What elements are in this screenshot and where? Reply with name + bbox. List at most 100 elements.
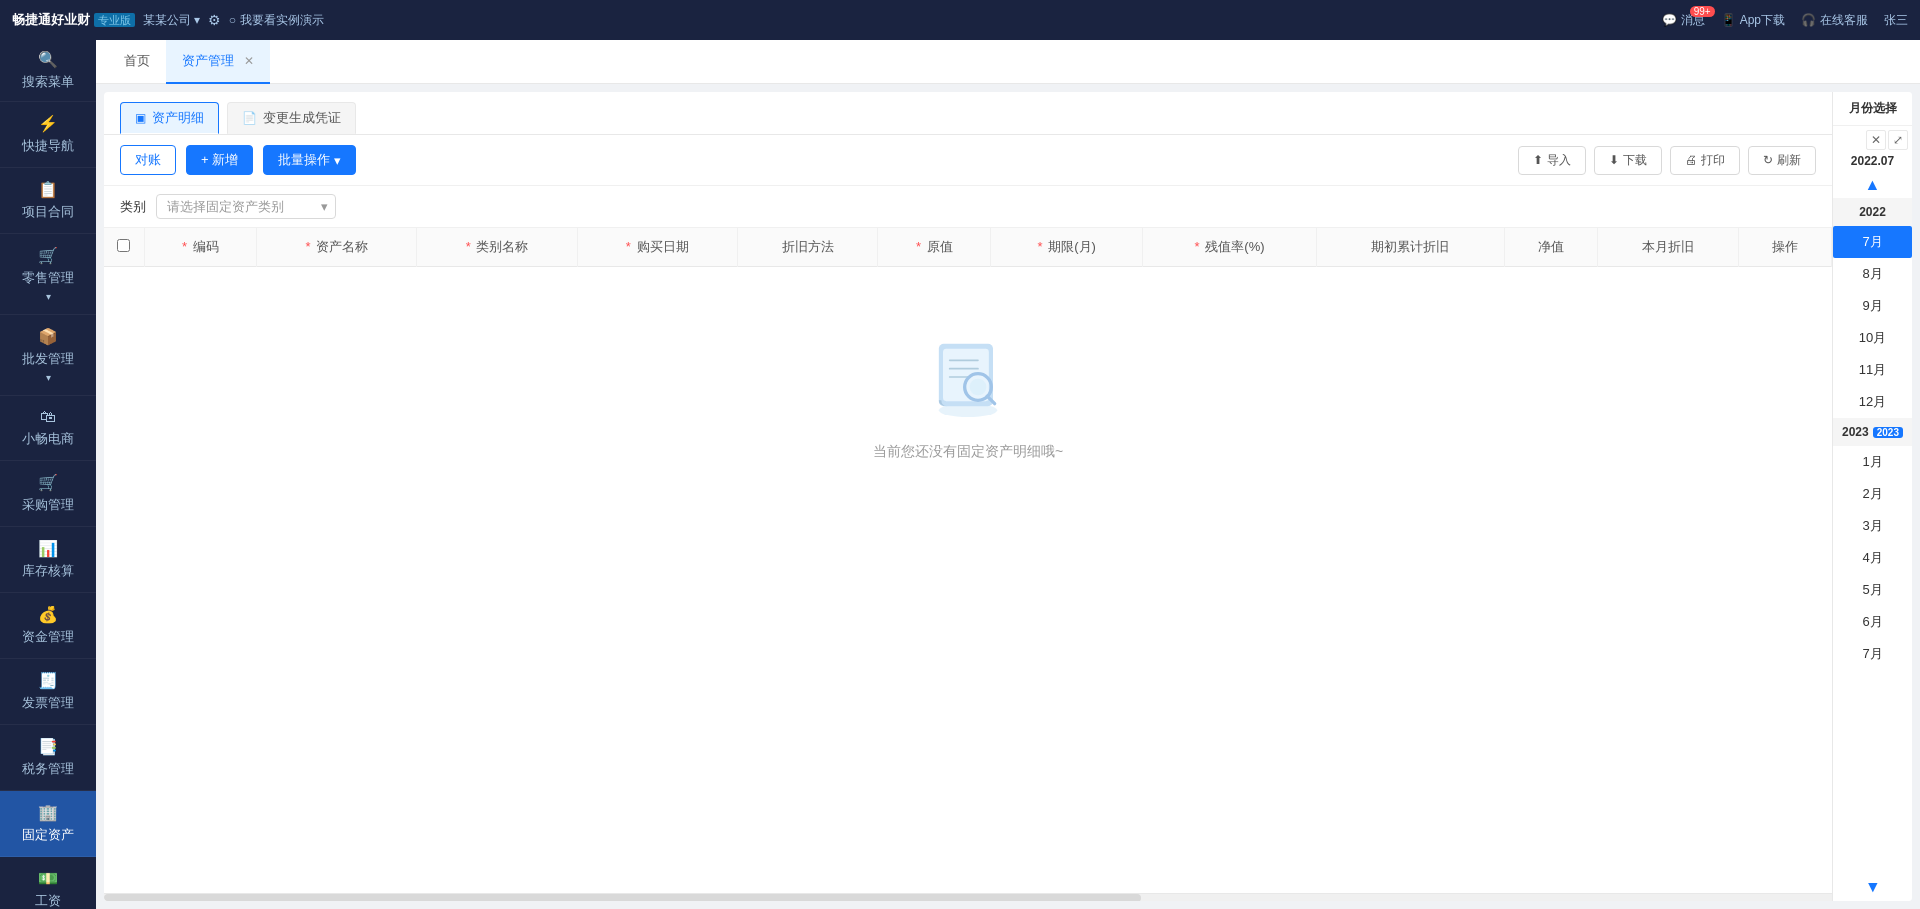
- th-original-value: * 原值: [878, 228, 991, 267]
- month-item-2023-03[interactable]: 3月: [1833, 510, 1912, 542]
- month-item-2022-09[interactable]: 9月: [1833, 290, 1912, 322]
- match-button[interactable]: 对账: [120, 145, 176, 175]
- month-item-2022-07[interactable]: 7月: [1833, 226, 1912, 258]
- sidebar-item-wholesale[interactable]: 📦 批发管理 ▾: [0, 315, 96, 396]
- sub-tabs: ▣ 资产明细 📄 变更生成凭证: [104, 92, 1832, 135]
- message-button[interactable]: 💬 消息 99+: [1662, 12, 1705, 29]
- category-select-wrapper[interactable]: 请选择固定资产类别: [156, 194, 336, 219]
- import-button[interactable]: ⬆ 导入: [1518, 146, 1586, 175]
- toolbar: 对账 + 新增 批量操作 ▾ ⬆ 导入 ⬇ 下载: [104, 135, 1832, 186]
- close-panel-button[interactable]: ✕: [1866, 130, 1886, 150]
- message-badge: 99+: [1690, 6, 1715, 17]
- sidebar-item-purchase[interactable]: 🛒 采购管理: [0, 461, 96, 527]
- year-badge-2023: 2023: [1873, 427, 1903, 438]
- tab-asset-mgmt[interactable]: 资产管理 ✕: [166, 40, 270, 84]
- sidebar-item-ecommerce[interactable]: 🛍 小畅电商: [0, 396, 96, 461]
- sidebar-item-label: 项目合同: [22, 203, 74, 221]
- user-info[interactable]: 张三: [1884, 12, 1908, 29]
- tab-bar: 首页 资产管理 ✕: [96, 40, 1920, 84]
- sidebar-item-search[interactable]: 🔍 搜索菜单: [0, 40, 96, 102]
- tab-close-icon[interactable]: ✕: [244, 54, 254, 68]
- month-item-2023-04[interactable]: 4月: [1833, 542, 1912, 574]
- th-net-value: 净值: [1504, 228, 1597, 267]
- sidebar-item-invoice[interactable]: 🧾 发票管理: [0, 659, 96, 725]
- import-icon: ⬆: [1533, 153, 1543, 167]
- year-label-2023: 2023 2023: [1833, 418, 1912, 446]
- th-depreciation-method: 折旧方法: [737, 228, 878, 267]
- sidebar-item-quick-nav[interactable]: ⚡ 快捷导航: [0, 102, 96, 168]
- th-purchase-date: * 购买日期: [577, 228, 737, 267]
- print-icon: 🖨: [1685, 153, 1697, 167]
- sidebar-item-fixed-assets[interactable]: 🏢 固定资产: [0, 791, 96, 857]
- demo-link[interactable]: ○ 我要看实例演示: [229, 12, 324, 29]
- month-up-button[interactable]: ▲: [1861, 176, 1885, 194]
- select-all-checkbox[interactable]: [117, 239, 130, 252]
- month-item-2023-06[interactable]: 6月: [1833, 606, 1912, 638]
- sidebar-item-inventory[interactable]: 📊 库存核算: [0, 527, 96, 593]
- empty-illustration: [918, 327, 1018, 427]
- sidebar-item-salary[interactable]: 💵 工资: [0, 857, 96, 909]
- th-action: 操作: [1738, 228, 1831, 267]
- add-button[interactable]: + 新增: [186, 145, 253, 175]
- online-service-button[interactable]: 🎧 在线客服: [1801, 12, 1868, 29]
- month-item-2023-07[interactable]: 7月: [1833, 638, 1912, 670]
- sidebar-item-retail[interactable]: 🛒 零售管理 ▾: [0, 234, 96, 315]
- company-name: 某某公司: [143, 12, 191, 29]
- ecommerce-icon: 🛍: [40, 408, 56, 426]
- month-item-2022-10[interactable]: 10月: [1833, 322, 1912, 354]
- sidebar-item-finance[interactable]: 💰 资金管理: [0, 593, 96, 659]
- sidebar-item-label: 批发管理: [22, 350, 74, 368]
- th-monthly-label: 本月折旧: [1642, 239, 1694, 254]
- th-period: * 期限(月): [991, 228, 1143, 267]
- month-item-2022-11[interactable]: 11月: [1833, 354, 1912, 386]
- inventory-icon: 📊: [38, 539, 58, 558]
- main-layout: 🔍 搜索菜单 ⚡ 快捷导航 📋 项目合同 🛒 零售管理 ▾ 📦 批发管理 ▾ 🛍…: [0, 40, 1920, 909]
- company-dropdown[interactable]: 某某公司 ▾: [143, 12, 200, 29]
- sidebar-item-tax[interactable]: 📑 税务管理: [0, 725, 96, 791]
- month-item-2023-01[interactable]: 1月: [1833, 446, 1912, 478]
- panel-controls: ✕ ⤢: [1833, 126, 1912, 150]
- headset-icon: 🎧: [1801, 13, 1816, 27]
- sidebar-item-label: 固定资产: [22, 826, 74, 844]
- app-download-label: App下载: [1740, 12, 1785, 29]
- month-item-2022-12[interactable]: 12月: [1833, 386, 1912, 418]
- active-month-text: 2022.07: [1851, 154, 1894, 168]
- active-month-display: 2022.07: [1833, 150, 1912, 172]
- app-download-button[interactable]: 📱 App下载: [1721, 12, 1785, 29]
- sub-tab-change-voucher[interactable]: 📄 变更生成凭证: [227, 102, 356, 134]
- month-item-2022-08[interactable]: 8月: [1833, 258, 1912, 290]
- sidebar-item-project[interactable]: 📋 项目合同: [0, 168, 96, 234]
- table-wrapper: * 编码 * 资产名称 * 类别名称: [104, 228, 1832, 893]
- horizontal-scrollbar[interactable]: [104, 893, 1832, 901]
- toolbar-right: ⬆ 导入 ⬇ 下载 🖨 打印 ↻ 刷新: [1518, 146, 1816, 175]
- sub-tab-asset-detail[interactable]: ▣ 资产明细: [120, 102, 219, 134]
- print-button[interactable]: 🖨 打印: [1670, 146, 1740, 175]
- month-item-2023-05[interactable]: 5月: [1833, 574, 1912, 606]
- filter-label: 类别: [120, 198, 146, 216]
- th-depreciation-label: 折旧方法: [782, 239, 834, 254]
- sidebar-item-label: 税务管理: [22, 760, 74, 778]
- month-panel: 月份选择 ✕ ⤢ 2022.07 ▲ 2022: [1832, 92, 1912, 901]
- page-content: ▣ 资产明细 📄 变更生成凭证 对账 + 新增 批量操作 ▾: [104, 92, 1912, 901]
- sidebar-item-label: 快捷导航: [22, 137, 74, 155]
- sidebar-item-label: 零售管理: [22, 269, 74, 287]
- th-period-label: 期限(月): [1048, 239, 1096, 254]
- batch-button[interactable]: 批量操作 ▾: [263, 145, 356, 175]
- category-select[interactable]: 请选择固定资产类别: [156, 194, 336, 219]
- quick-nav-icon: ⚡: [38, 114, 58, 133]
- sub-tab-label: 变更生成凭证: [263, 109, 341, 127]
- settings-button[interactable]: ⚙: [208, 12, 221, 28]
- download-button[interactable]: ⬇ 下载: [1594, 146, 1662, 175]
- tax-icon: 📑: [38, 737, 58, 756]
- tab-home[interactable]: 首页: [108, 40, 166, 84]
- expand-panel-button[interactable]: ⤢: [1888, 130, 1908, 150]
- refresh-button[interactable]: ↻ 刷新: [1748, 146, 1816, 175]
- th-net-value-label: 净值: [1538, 239, 1564, 254]
- th-residual-rate-label: 残值率(%): [1205, 239, 1264, 254]
- month-down-button[interactable]: ▲: [1861, 879, 1885, 897]
- th-action-label: 操作: [1772, 239, 1798, 254]
- month-item-2023-02[interactable]: 2月: [1833, 478, 1912, 510]
- table-header-row: * 编码 * 资产名称 * 类别名称: [104, 228, 1832, 267]
- download-icon: ⬇: [1609, 153, 1619, 167]
- th-monthly-depreciation: 本月折旧: [1598, 228, 1739, 267]
